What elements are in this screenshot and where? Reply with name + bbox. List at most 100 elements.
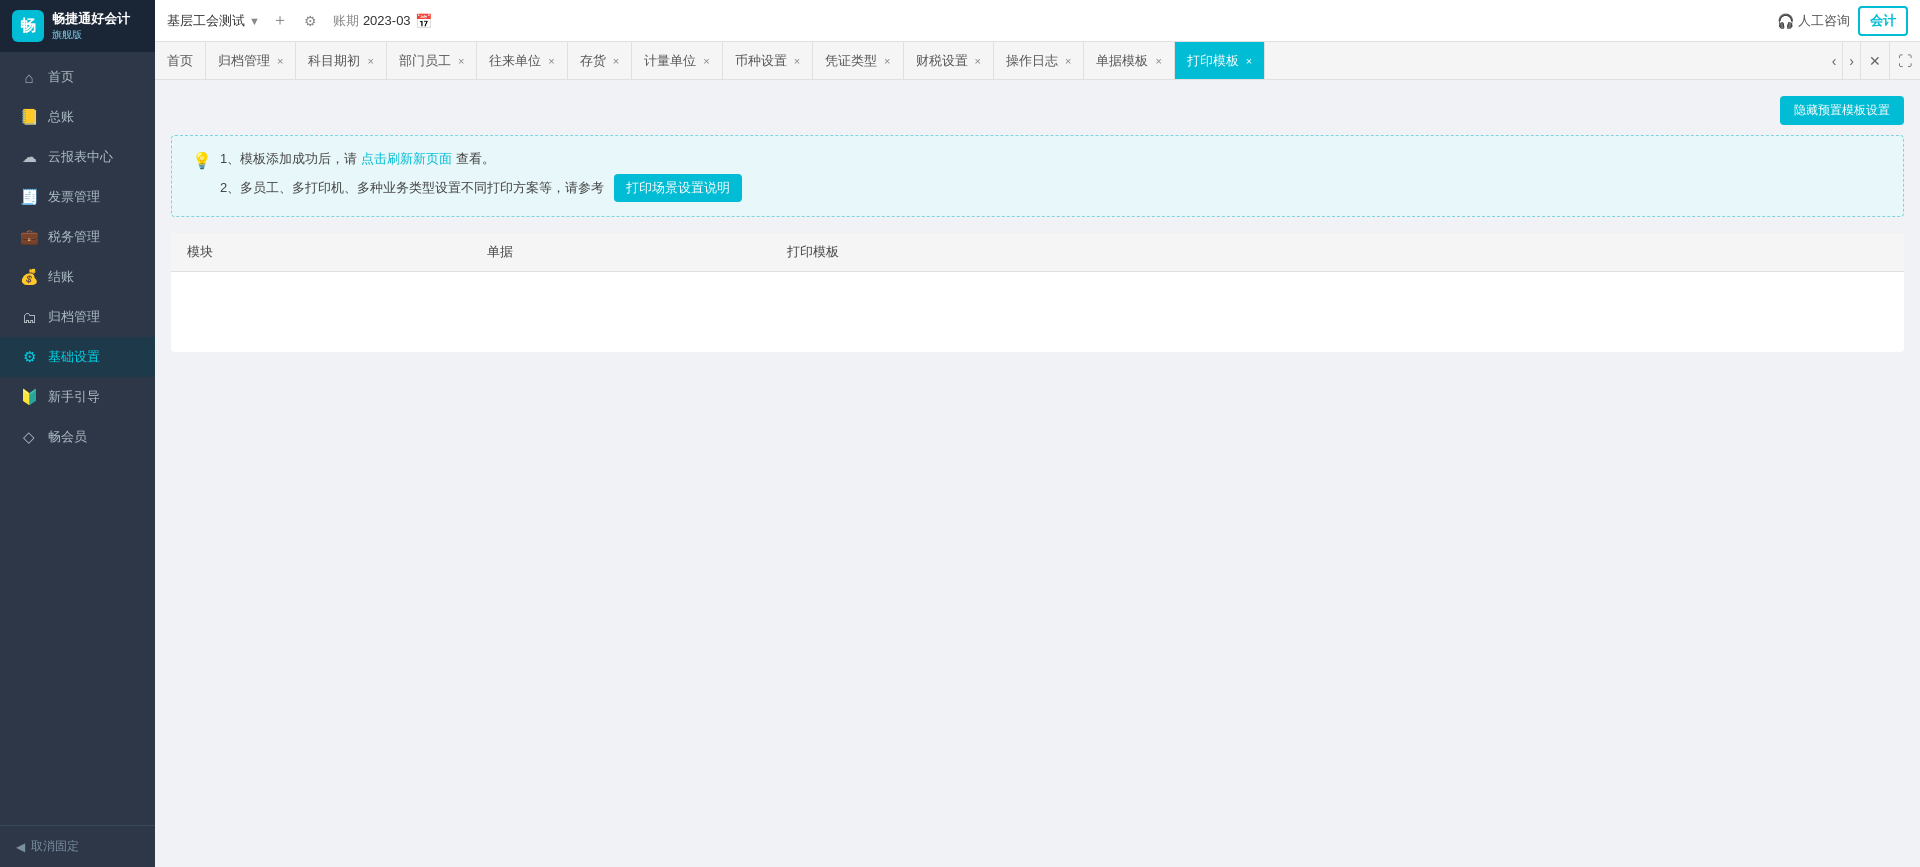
tab-single-template[interactable]: 单据模板 × <box>1084 42 1174 80</box>
tab-close-account-period[interactable]: × <box>367 55 373 67</box>
tab-label-unit: 计量单位 <box>644 52 696 70</box>
ledger-label: 总账 <box>48 108 74 126</box>
tabs-next-button[interactable]: › <box>1843 42 1861 80</box>
tab-close-tax-settings[interactable]: × <box>975 55 981 67</box>
tab-close-department[interactable]: × <box>458 55 464 67</box>
table-col-voucher: 单据 <box>471 233 771 271</box>
refresh-link[interactable]: 点击刷新新页面 <box>361 150 452 168</box>
account-button[interactable]: 会计 <box>1858 6 1908 36</box>
tax-label: 税务管理 <box>48 228 100 246</box>
ledger-icon: 📒 <box>20 108 38 126</box>
invoice-label: 发票管理 <box>48 188 100 206</box>
tab-close-operation-log[interactable]: × <box>1065 55 1071 67</box>
info-line-2: 2、多员工、多打印机、多种业务类型设置不同打印方案等，请参考 打印场景设置说明 <box>220 174 742 202</box>
main-area: 基层工会测试 ▼ ＋ ⚙ 账期 2023-03 📅 🎧 人工咨询 会计 首页归档… <box>155 0 1920 867</box>
company-settings-icon[interactable]: ⚙ <box>300 13 321 29</box>
sidebar-item-member[interactable]: ◇ 畅会员 <box>0 417 155 457</box>
sidebar-logo: 畅 畅捷通好会计 旗舰版 <box>0 0 155 52</box>
tab-close-inventory[interactable]: × <box>613 55 619 67</box>
tab-close-voucher-type[interactable]: × <box>884 55 890 67</box>
period-value: 2023-03 <box>363 13 411 28</box>
tab-close-counterparty[interactable]: × <box>548 55 554 67</box>
settlement-label: 结账 <box>48 268 74 286</box>
tabs-prev-button[interactable]: ‹ <box>1826 42 1844 80</box>
logo-sub: 旗舰版 <box>52 28 130 42</box>
tab-home[interactable]: 首页 <box>155 42 206 80</box>
expand-button[interactable]: ⛶ <box>1890 42 1920 80</box>
tab-close-single-template[interactable]: × <box>1155 55 1161 67</box>
tab-close-print-template[interactable]: × <box>1246 55 1252 67</box>
tab-close-currency[interactable]: × <box>794 55 800 67</box>
sidebar-footer[interactable]: ◀ 取消固定 <box>0 825 155 867</box>
tab-unit[interactable]: 计量单位 × <box>632 42 722 80</box>
guide-icon: 🔰 <box>20 388 38 406</box>
settings-label: 基础设置 <box>48 348 100 366</box>
tabs-bar: 首页归档管理×科目期初× 部门员工 × 往来单位 × 存货 × 计量单位 × 币种设置 × 凭证类型 ×… <box>155 42 1920 80</box>
info-line1-suffix: 查看。 <box>456 150 495 168</box>
home-icon: ⌂ <box>20 69 38 86</box>
hide-template-container: 隐藏预置模板设置 <box>171 96 1904 125</box>
guide-label: 新手引导 <box>48 388 100 406</box>
headphone-icon: 🎧 <box>1777 13 1794 29</box>
info-line1-prefix: 1、模板添加成功后，请 <box>220 150 357 168</box>
service-button[interactable]: 🎧 人工咨询 <box>1777 12 1850 30</box>
logo-text: 畅捷通好会计 旗舰版 <box>52 10 130 42</box>
data-table: 模块 单据 打印模板 <box>171 233 1904 352</box>
close-all-tabs-button[interactable]: ✕ <box>1861 42 1890 80</box>
sidebar-item-tax[interactable]: 💼 税务管理 <box>0 217 155 257</box>
tab-label-tax-settings: 财税设置 <box>916 52 968 70</box>
tab-close-unit[interactable]: × <box>703 55 709 67</box>
tab-inventory[interactable]: 存货 × <box>568 42 632 80</box>
calendar-icon[interactable]: 📅 <box>415 13 432 29</box>
member-label: 畅会员 <box>48 428 87 446</box>
sidebar-item-archive[interactable]: 🗂 归档管理 <box>0 297 155 337</box>
sidebar-item-invoice[interactable]: 🧾 发票管理 <box>0 177 155 217</box>
logo-title: 畅捷通好会计 <box>52 10 130 28</box>
tab-label-counterparty: 往来单位 <box>489 52 541 70</box>
tab-label-inventory: 存货 <box>580 52 606 70</box>
tab-currency[interactable]: 币种设置 × <box>723 42 813 80</box>
info-box: 💡 1、模板添加成功后，请 点击刷新新页面 查看。 2、多员工、多打印机、多种业… <box>171 135 1904 217</box>
invoice-icon: 🧾 <box>20 188 38 206</box>
reports-label: 云报表中心 <box>48 148 113 166</box>
hide-template-button[interactable]: 隐藏预置模板设置 <box>1780 96 1904 125</box>
tab-account-period[interactable]: 科目期初× <box>296 42 386 80</box>
settings-icon: ⚙ <box>20 348 38 366</box>
tab-counterparty[interactable]: 往来单位 × <box>477 42 567 80</box>
tab-voucher-type[interactable]: 凭证类型 × <box>813 42 903 80</box>
tab-close-archive-mgmt[interactable]: × <box>277 55 283 67</box>
reports-icon: ☁ <box>20 148 38 166</box>
home-label: 首页 <box>48 68 74 86</box>
sidebar-item-reports[interactable]: ☁ 云报表中心 <box>0 137 155 177</box>
tab-label-department: 部门员工 <box>399 52 451 70</box>
logo-icon: 畅 <box>12 10 44 42</box>
sidebar-item-settings[interactable]: ⚙ 基础设置 <box>0 337 155 377</box>
sidebar-nav: ⌂ 首页 📒 总账 ☁ 云报表中心 🧾 发票管理 💼 税务管理 💰 结账 🗂 归… <box>0 52 155 825</box>
tab-label-single-template: 单据模板 <box>1096 52 1148 70</box>
sidebar-item-ledger[interactable]: 📒 总账 <box>0 97 155 137</box>
info-line2-prefix: 2、多员工、多打印机、多种业务类型设置不同打印方案等，请参考 <box>220 179 604 197</box>
sidebar-item-settlement[interactable]: 💰 结账 <box>0 257 155 297</box>
add-company-button[interactable]: ＋ <box>268 10 292 31</box>
sidebar-item-home[interactable]: ⌂ 首页 <box>0 57 155 97</box>
tab-print-template[interactable]: 打印模板× <box>1175 42 1265 80</box>
bulb-icon: 💡 <box>192 151 212 170</box>
company-selector[interactable]: 基层工会测试 ▼ <box>167 12 260 30</box>
service-label: 人工咨询 <box>1798 12 1850 30</box>
tab-label-currency: 币种设置 <box>735 52 787 70</box>
tab-department[interactable]: 部门员工 × <box>387 42 477 80</box>
period-display: 账期 2023-03 📅 <box>333 12 432 30</box>
company-name: 基层工会测试 <box>167 12 245 30</box>
table-col-template: 打印模板 <box>771 233 1904 271</box>
tab-label-voucher-type: 凭证类型 <box>825 52 877 70</box>
content-area: 隐藏预置模板设置 💡 1、模板添加成功后，请 点击刷新新页面 查看。 2、多员工… <box>155 80 1920 867</box>
tab-tax-settings[interactable]: 财税设置 × <box>904 42 994 80</box>
archive-icon: 🗂 <box>20 309 38 326</box>
tab-archive-mgmt[interactable]: 归档管理× <box>206 42 296 80</box>
print-explain-button[interactable]: 打印场景设置说明 <box>614 174 742 202</box>
info-row: 💡 1、模板添加成功后，请 点击刷新新页面 查看。 2、多员工、多打印机、多种业… <box>192 150 1883 202</box>
sidebar-item-guide[interactable]: 🔰 新手引导 <box>0 377 155 417</box>
header-bar: 基层工会测试 ▼ ＋ ⚙ 账期 2023-03 📅 🎧 人工咨询 会计 <box>155 0 1920 42</box>
tab-operation-log[interactable]: 操作日志× <box>994 42 1084 80</box>
tab-label-home: 首页 <box>167 52 193 70</box>
